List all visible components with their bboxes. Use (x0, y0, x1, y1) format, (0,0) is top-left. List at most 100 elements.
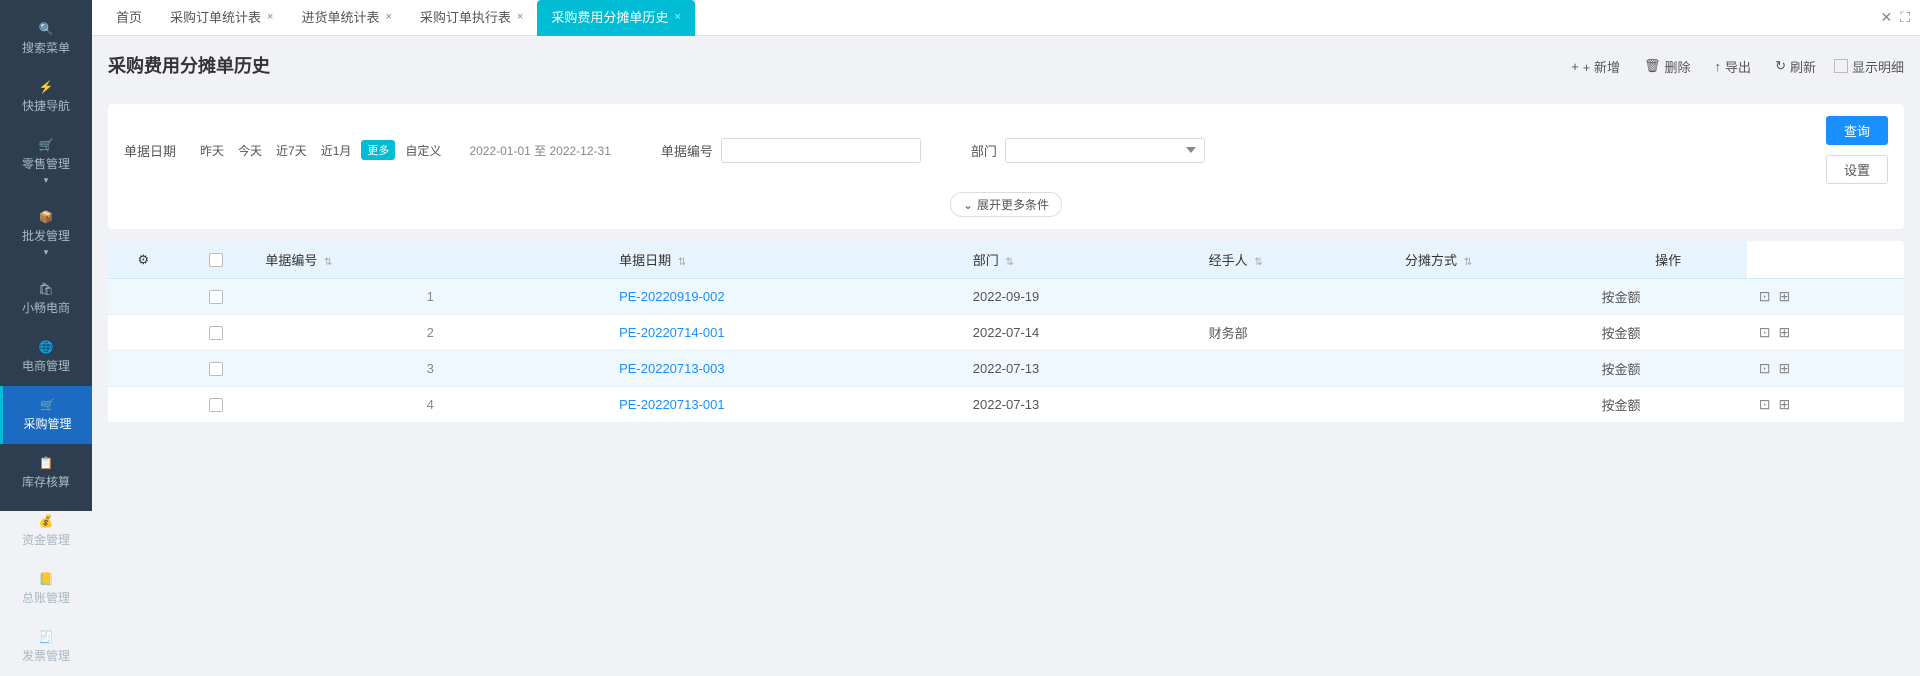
filter-bar: 单据日期 昨天 今天 近7天 近1月 更多 自定义 2022-01-01 至 2… (108, 104, 1904, 229)
sidebar: 🔍 搜索菜单 ⚡ 快捷导航 🛒 零售管理 ▾ 📦 批发管理 ▾ 🛍 小畅电商 🌐… (0, 0, 92, 511)
col-dept: 部门 ⇅ (961, 241, 1197, 279)
add-button[interactable]: + + 新增 (1565, 53, 1626, 80)
tab-purchase-order-stats[interactable]: 采购订单统计表 × (156, 0, 287, 36)
doc-no-input[interactable] (721, 138, 921, 163)
sort-icon[interactable]: ⇅ (678, 257, 686, 268)
row-doc-no: PE-20220714-001 (607, 315, 961, 351)
tab-purchase-exec[interactable]: 采购订单执行表 × (406, 0, 537, 36)
delete-button[interactable]: 🗑 删除 (1638, 53, 1697, 80)
maximize-icon[interactable]: ⛶ (1900, 9, 1910, 26)
sidebar-item-label: 快捷导航 (5, 97, 87, 114)
tab-close-icon[interactable]: × (385, 11, 391, 23)
sidebar-item-purchase[interactable]: 🛒 采购管理 (0, 386, 92, 444)
filter-dates: 昨天 今天 近7天 近1月 更多 自定义 (196, 140, 445, 161)
col-label: 单据编号 (265, 253, 317, 268)
row-split-method: 按金额 (1590, 351, 1747, 387)
doc-no-link[interactable]: PE-20220713-003 (619, 361, 725, 376)
tab-close-icon[interactable]: × (674, 11, 680, 23)
row-action-cell: ⊡ ⊞ (1747, 315, 1904, 351)
sidebar-item-ecommerce-small[interactable]: 🛍 小畅电商 (0, 270, 92, 328)
sidebar-item-ecommerce[interactable]: 🌐 电商管理 (0, 328, 92, 386)
row-checkbox[interactable] (209, 362, 223, 376)
view-icon[interactable]: ⊡ (1759, 324, 1771, 341)
sidebar-item-search[interactable]: 🔍 搜索菜单 (0, 10, 92, 68)
col-label: 部门 (973, 253, 999, 268)
quicknav-icon: ⚡ (39, 80, 54, 94)
retail-icon: 🛒 (39, 138, 54, 152)
finance-icon: 💰 (39, 514, 54, 528)
view-icon[interactable]: ⊡ (1759, 288, 1771, 305)
tab-close-icon[interactable]: × (517, 11, 523, 23)
row-dept (1197, 351, 1393, 387)
sort-icon[interactable]: ⇅ (1254, 257, 1262, 268)
sort-icon[interactable]: ⇅ (1005, 257, 1013, 268)
show-col-toggle[interactable]: 显示明细 (1834, 57, 1904, 76)
doc-no-label: 单据编号 (661, 141, 713, 160)
view-icon[interactable]: ⊡ (1759, 396, 1771, 413)
col-label: 分摊方式 (1405, 253, 1457, 268)
date-today-btn[interactable]: 今天 (234, 140, 266, 161)
sidebar-item-quicknav[interactable]: ⚡ 快捷导航 (0, 68, 92, 126)
doc-no-filter-group: 单据编号 (661, 138, 921, 163)
col-label: 经手人 (1209, 253, 1248, 268)
tab-label: 首页 (116, 7, 142, 26)
show-col-label: 显示明细 (1852, 57, 1904, 76)
edit-icon[interactable]: ⊞ (1778, 360, 1790, 377)
page-content: 采购费用分摊单历史 + + 新增 🗑 删除 ↑ 导出 ↻ 刷新 (92, 36, 1920, 511)
sort-icon[interactable]: ⇅ (1464, 257, 1472, 268)
doc-no-link[interactable]: PE-20220713-001 (619, 397, 725, 412)
row-split-method: 按金额 (1590, 315, 1747, 351)
expand-filter-button[interactable]: ⌄ 展开更多条件 (950, 192, 1062, 217)
row-checkbox[interactable] (209, 398, 223, 412)
row-handler (1393, 387, 1589, 423)
sidebar-item-ledger[interactable]: 📒 总账管理 (0, 560, 92, 618)
tab-label: 采购订单执行表 (420, 7, 511, 26)
table-row[interactable]: 1 PE-20220919-002 2022-09-19 按金额 ⊡ ⊞ (108, 279, 1904, 315)
date-yesterday-btn[interactable]: 昨天 (196, 140, 228, 161)
edit-icon[interactable]: ⊞ (1778, 288, 1790, 305)
tab-label: 进货单统计表 (301, 7, 379, 26)
date-filter-label: 单据日期 (124, 141, 176, 160)
search-icon: 🔍 (39, 22, 54, 36)
sort-icon[interactable]: ⇅ (324, 257, 332, 268)
sidebar-item-retail[interactable]: 🛒 零售管理 ▾ (0, 126, 92, 198)
settings-button[interactable]: 设置 (1826, 155, 1888, 184)
close-all-icon[interactable]: ✕ (1880, 9, 1892, 26)
table-row[interactable]: 3 PE-20220713-003 2022-07-13 按金额 ⊡ ⊞ (108, 351, 1904, 387)
date-1month-btn[interactable]: 近1月 (317, 140, 356, 161)
tab-purchase-cost-history[interactable]: 采购费用分摊单历史 × (537, 0, 694, 36)
table-row[interactable]: 4 PE-20220713-001 2022-07-13 按金额 ⊡ ⊞ (108, 387, 1904, 423)
view-icon[interactable]: ⊡ (1759, 360, 1771, 377)
add-icon: + (1571, 59, 1579, 74)
sidebar-item-invoice[interactable]: 🧾 发票管理 (0, 618, 92, 676)
delete-label: 删除 (1665, 57, 1691, 76)
date-more-btn[interactable]: 更多 (361, 140, 395, 160)
sidebar-item-wholesale[interactable]: 📦 批发管理 ▾ (0, 198, 92, 270)
check-all-checkbox[interactable] (209, 253, 223, 267)
query-button[interactable]: 查询 (1826, 116, 1888, 145)
row-num: 1 (253, 279, 607, 315)
refresh-label: 刷新 (1790, 57, 1816, 76)
export-icon: ↑ (1715, 59, 1722, 74)
export-button[interactable]: ↑ 导出 (1709, 53, 1758, 80)
dept-select[interactable] (1005, 138, 1205, 163)
gear-icon[interactable]: ⚙ (138, 252, 150, 268)
row-checkbox[interactable] (209, 326, 223, 340)
tab-label: 采购订单统计表 (170, 7, 261, 26)
sidebar-item-inventory[interactable]: 📋 库存核算 (0, 444, 92, 502)
doc-no-link[interactable]: PE-20220714-001 (619, 325, 725, 340)
doc-no-link[interactable]: PE-20220919-002 (619, 289, 725, 304)
sidebar-item-label: 发票管理 (5, 647, 87, 664)
tab-close-icon[interactable]: × (267, 11, 273, 23)
row-checkbox[interactable] (209, 290, 223, 304)
date-7days-btn[interactable]: 近7天 (272, 140, 311, 161)
tab-inbound-stats[interactable]: 进货单统计表 × (287, 0, 405, 36)
refresh-button[interactable]: ↻ 刷新 (1769, 53, 1822, 80)
edit-icon[interactable]: ⊞ (1778, 396, 1790, 413)
table-row[interactable]: 2 PE-20220714-001 2022-07-14 财务部 按金额 ⊡ ⊞ (108, 315, 1904, 351)
show-col-checkbox[interactable] (1834, 59, 1848, 73)
tab-home[interactable]: 首页 (102, 0, 156, 36)
date-custom-btn[interactable]: 自定义 (401, 140, 445, 161)
filter-row: 单据日期 昨天 今天 近7天 近1月 更多 自定义 2022-01-01 至 2… (124, 116, 1888, 184)
edit-icon[interactable]: ⊞ (1778, 324, 1790, 341)
